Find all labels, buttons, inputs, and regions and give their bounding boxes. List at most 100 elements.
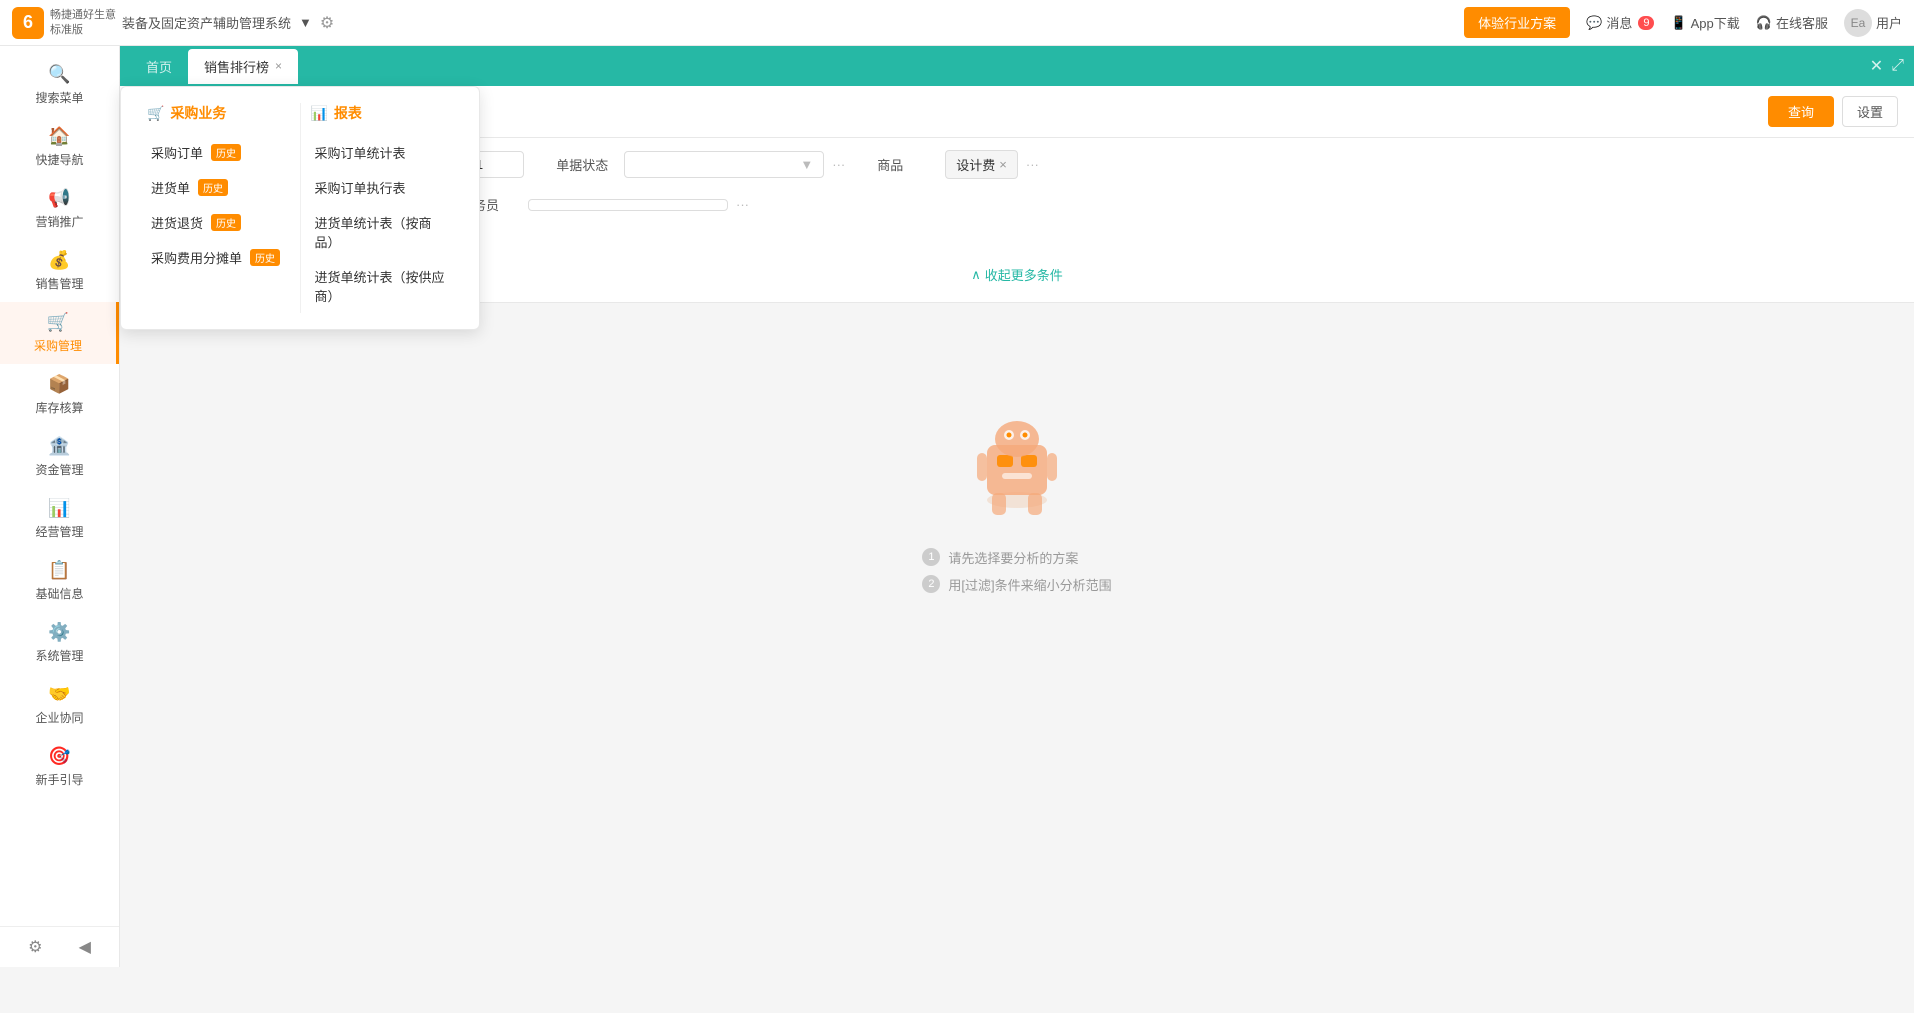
message-badge: 9	[1638, 16, 1654, 30]
online-service-btn[interactable]: 🎧 在线客服	[1756, 13, 1828, 32]
sales-icon: 💰	[48, 250, 70, 271]
system-title-dropdown-icon[interactable]: ▼	[299, 15, 312, 30]
marketing-icon: 📢	[48, 188, 70, 209]
tab-expand-icon[interactable]: ⤢	[1891, 57, 1904, 75]
expense-label: 采购费用分摊单	[151, 248, 242, 267]
dropdown-item-purchase-order[interactable]: 采购订单 历史	[147, 135, 290, 170]
report-col-title: 📊 报表	[311, 103, 454, 123]
dropdown-item-return[interactable]: 进货退货 历史	[147, 205, 290, 240]
finance-icon: 🏦	[48, 436, 70, 457]
sidebar-item-system[interactable]: ⚙️ 系统管理	[0, 612, 119, 674]
return-label: 进货退货	[151, 213, 203, 232]
message-btn[interactable]: 💬 消息 9	[1586, 13, 1654, 32]
tab-sales-rank[interactable]: 销售排行榜 ×	[188, 49, 298, 84]
sidebar-item-operations[interactable]: 📊 经营管理	[0, 488, 119, 550]
sidebar-item-quicknav[interactable]: 🏠 快捷导航	[0, 116, 119, 178]
system-icon: ⚙️	[48, 622, 70, 643]
sidebar-settings-btn[interactable]: ⚙	[28, 937, 42, 957]
purchase-col-title: 🛒 采购业务	[147, 103, 290, 123]
instock-history: 历史	[198, 179, 228, 196]
sidebar-item-label: 经营管理	[35, 523, 83, 540]
search-icon: 🔍	[48, 64, 70, 85]
industry-btn[interactable]: 体验行业方案	[1464, 7, 1570, 38]
sidebar-footer: ⚙ ◀	[0, 926, 119, 967]
purchase-dropdown: 🛒 采购业务 采购订单 历史 进货单 历史 进货退货 历史 采购费用分摊单 历史	[120, 86, 480, 330]
doc-status-label: 单据状态	[556, 155, 616, 174]
tab-close-all-icon[interactable]: ✕	[1870, 56, 1883, 76]
tab-bar-actions: ✕ ⤢	[1870, 56, 1904, 76]
goods-tag-close[interactable]: ×	[999, 157, 1007, 172]
newbie-icon: 🎯	[48, 746, 70, 767]
sidebar-item-newbie[interactable]: 🎯 新手引导	[0, 736, 119, 798]
dropdown-item-order-stat[interactable]: 采购订单统计表	[311, 135, 454, 170]
goods-more[interactable]: ···	[1026, 157, 1039, 172]
dropdown-item-expense[interactable]: 采购费用分摊单 历史	[147, 240, 290, 275]
salesman-more[interactable]: ···	[736, 197, 749, 212]
purchase-order-history: 历史	[211, 144, 241, 161]
sidebar-item-sales[interactable]: 💰 销售管理	[0, 240, 119, 302]
message-icon: 💬	[1586, 15, 1602, 31]
salesman-group: 业务员 ···	[460, 195, 749, 214]
empty-robot-svg	[957, 405, 1077, 525]
setting-btn[interactable]: 设置	[1842, 96, 1898, 127]
dropdown-col-purchase: 🛒 采购业务 采购订单 历史 进货单 历史 进货退货 历史 采购费用分摊单 历史	[137, 103, 301, 313]
sidebar-item-search[interactable]: 🔍 搜索菜单	[0, 54, 119, 116]
sidebar-item-enterprise[interactable]: 🤝 企业协同	[0, 674, 119, 736]
sidebar-item-label: 搜索菜单	[35, 89, 83, 106]
home-icon: 🏠	[48, 126, 70, 147]
tab-sales-rank-label: 销售排行榜	[204, 57, 269, 76]
sidebar-item-label: 库存核算	[35, 399, 83, 416]
sidebar-item-purchase[interactable]: 🛒 采购管理	[0, 302, 119, 364]
user-btn[interactable]: Ea 用户	[1844, 9, 1902, 37]
dropdown-item-instock-supplier[interactable]: 进货单统计表（按供应商）	[311, 259, 454, 313]
doc-status-select[interactable]: ▼	[624, 151, 824, 178]
report-col-icon: 📊	[311, 105, 328, 122]
sidebar-item-label: 基础信息	[35, 585, 83, 602]
app-download-btn[interactable]: 📱 App下载	[1670, 13, 1739, 32]
tab-home[interactable]: 首页	[130, 49, 188, 84]
salesman-select[interactable]	[528, 199, 728, 211]
sidebar-item-finance[interactable]: 🏦 资金管理	[0, 426, 119, 488]
logo-icon: 6	[12, 7, 44, 39]
logo-text: 畅捷通好生意 标准版	[50, 8, 116, 37]
instock-label: 进货单	[151, 178, 190, 197]
logo-area: 6 畅捷通好生意 标准版	[12, 7, 122, 39]
system-title: 装备及固定资产辅助管理系统	[122, 13, 291, 32]
dropdown-item-instock-goods[interactable]: 进货单统计表（按商品）	[311, 205, 454, 259]
instock-goods-label: 进货单统计表（按商品）	[315, 213, 450, 251]
enterprise-icon: 🤝	[48, 684, 70, 705]
dropdown-columns: 🛒 采购业务 采购订单 历史 进货单 历史 进货退货 历史 采购费用分摊单 历史	[137, 103, 463, 313]
purchase-icon: 🛒	[47, 312, 69, 333]
toolbar-right: 查询 设置	[1768, 96, 1898, 127]
sidebar-item-label: 销售管理	[35, 275, 83, 292]
sidebar-item-label: 营销推广	[35, 213, 83, 230]
sidebar: 🔍 搜索菜单 🏠 快捷导航 📢 营销推广 💰 销售管理 🛒 采购管理 📦 库存核…	[0, 46, 120, 967]
basicinfo-icon: 📋	[48, 560, 70, 581]
goods-tag[interactable]: 设计费 ×	[945, 150, 1018, 179]
doc-status-more[interactable]: ···	[832, 157, 845, 172]
topbar-actions: 体验行业方案 💬 消息 9 📱 App下载 🎧 在线客服 Ea 用户	[1464, 7, 1902, 38]
dropdown-item-order-exec[interactable]: 采购订单执行表	[311, 170, 454, 205]
sidebar-collapse-btn[interactable]: ◀	[79, 937, 91, 957]
sidebar-item-label: 资金管理	[35, 461, 83, 478]
settings-icon[interactable]: ⚙	[320, 13, 334, 33]
sidebar-item-basicinfo[interactable]: 📋 基础信息	[0, 550, 119, 612]
dropdown-col-report: 📊 报表 采购订单统计表 采购订单执行表 进货单统计表（按商品） 进货单统计表（…	[301, 103, 464, 313]
tab-home-label: 首页	[146, 57, 172, 76]
order-exec-label: 采购订单执行表	[315, 178, 406, 197]
tab-close-icon[interactable]: ×	[275, 59, 282, 73]
doc-status-chevron: ▼	[800, 157, 813, 172]
sidebar-item-inventory[interactable]: 📦 库存核算	[0, 364, 119, 426]
order-stat-label: 采购订单统计表	[315, 143, 406, 162]
sidebar-item-label: 企业协同	[35, 709, 83, 726]
doc-status-group: 单据状态 ▼ ···	[556, 151, 845, 178]
query-btn[interactable]: 查询	[1768, 96, 1834, 127]
phone-icon: 📱	[1670, 15, 1686, 31]
dropdown-item-instock[interactable]: 进货单 历史	[147, 170, 290, 205]
collapse-btn[interactable]: ∧ 收起更多条件	[951, 259, 1083, 290]
goods-label: 商品	[877, 155, 937, 174]
tip-num-1: 1	[922, 548, 940, 566]
tip-text-1: 请先选择要分析的方案	[948, 548, 1078, 567]
headset-icon: 🎧	[1756, 15, 1772, 31]
sidebar-item-marketing[interactable]: 📢 营销推广	[0, 178, 119, 240]
